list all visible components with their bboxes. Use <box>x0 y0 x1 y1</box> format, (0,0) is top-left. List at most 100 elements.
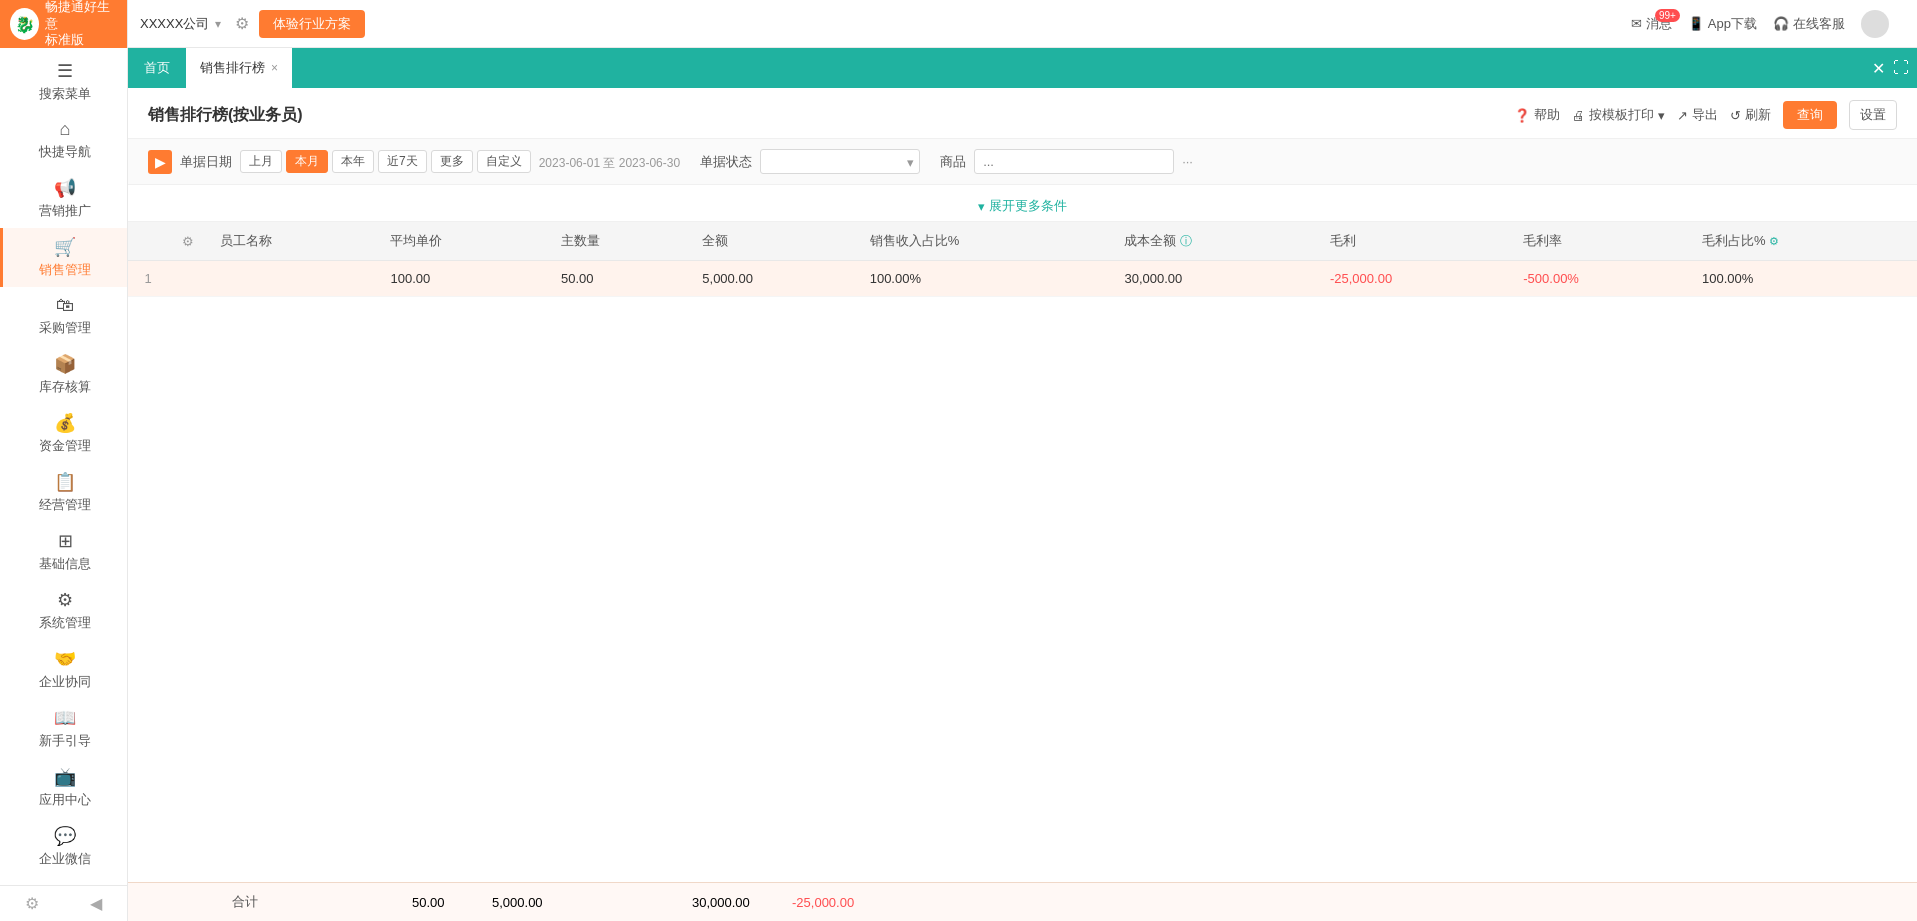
sidebar-item-search[interactable]: ☰ 搜索菜单 <box>0 52 127 111</box>
date-btn-本月[interactable]: 本月 <box>286 150 328 173</box>
sidebar-item-marketing[interactable]: 📢营销推广 <box>0 169 127 228</box>
goods-input[interactable] <box>974 149 1174 174</box>
table-header-row: ⚙ 员工名称 平均单价 主数量 全额 销售收入占比% 成本全额 ⓘ 毛利 毛利率… <box>128 222 1917 261</box>
filter-area: ▶ 单据日期 上月本月本年近7天更多自定义 2023-06-01 至 2023-… <box>128 139 1917 185</box>
date-btn-近7天[interactable]: 近7天 <box>378 150 427 173</box>
col-profit: 毛利 <box>1318 222 1511 261</box>
sidebar-label-finance: 资金管理 <box>39 437 91 455</box>
date-filter: ▶ 单据日期 上月本月本年近7天更多自定义 2023-06-01 至 2023-… <box>148 150 680 174</box>
expand-row: ▾ 展开更多条件 <box>128 185 1917 222</box>
tab-bar: 首页 销售排行榜 × ✕ ⛶ <box>128 48 1917 88</box>
messages-button[interactable]: ✉ 消息 99+ <box>1631 15 1672 33</box>
sidebar-item-finance[interactable]: 💰 资金管理 <box>0 404 127 463</box>
tab-sales-ranking[interactable]: 销售排行榜 × <box>186 48 292 88</box>
date-btn-更多[interactable]: 更多 <box>431 150 473 173</box>
page-content: 销售排行榜(按业务员) ❓ 帮助 🖨 按模板打印 ▾ ↗ 导出 ↺ 刷新 <box>128 88 1917 921</box>
col-settings[interactable]: ⚙ <box>168 222 208 261</box>
tab-label: 销售排行榜 <box>200 59 265 77</box>
sidebar-label-basic: 基础信息 <box>39 555 91 573</box>
settings-icon[interactable]: ⚙ <box>25 894 39 913</box>
date-btn-自定义[interactable]: 自定义 <box>477 150 531 173</box>
print-button[interactable]: 🖨 按模板打印 ▾ <box>1572 106 1665 124</box>
help-button[interactable]: ❓ 帮助 <box>1514 106 1560 124</box>
tab-close-icon[interactable]: × <box>271 61 278 75</box>
expand-arrow-btn[interactable]: ▶ <box>148 150 172 174</box>
sidebar-item-apps[interactable]: 📺应用中心 <box>0 758 127 817</box>
company-select[interactable]: XXXXX公司 ▾ <box>140 15 221 33</box>
print-icon: 🖨 <box>1572 108 1585 123</box>
expand-filters-button[interactable]: ▾ 展开更多条件 <box>978 197 1067 215</box>
col-avg-price: 平均单价 <box>378 222 548 261</box>
status-select[interactable] <box>760 149 920 174</box>
refresh-button[interactable]: ↺ 刷新 <box>1730 106 1771 124</box>
message-icon: ✉ <box>1631 16 1642 31</box>
avatar[interactable] <box>1861 10 1889 38</box>
sidebar-item-system[interactable]: ⚙ 系统管理 <box>0 581 127 640</box>
sidebar-item-inventory[interactable]: 📦库存核算 <box>0 345 127 404</box>
app-label: App下载 <box>1708 15 1757 33</box>
date-btn-本年[interactable]: 本年 <box>332 150 374 173</box>
more-icon[interactable]: ··· <box>1182 154 1193 169</box>
sidebar-item-wechat[interactable]: 💬企业微信 <box>0 817 127 876</box>
cell-sales-pct: 100.00% <box>858 261 1113 297</box>
service-label: 在线客服 <box>1793 15 1845 33</box>
col-profit-pct: 毛利占比% ⚙ <box>1690 222 1917 261</box>
col-amount: 全额 <box>690 222 857 261</box>
app-download-button[interactable]: 📱 App下载 <box>1688 15 1757 33</box>
table-footer: 合计 50.00 5,000.00 30,000.00 -25,000.00 <box>128 882 1917 921</box>
table-wrap: ⚙ 员工名称 平均单价 主数量 全额 销售收入占比% 成本全额 ⓘ 毛利 毛利率… <box>128 222 1917 882</box>
sidebar-label-sales: 销售管理 <box>39 261 91 279</box>
table-row: 1 100.00 50.00 5,000.00 100.00% 30,000.0… <box>128 261 1917 297</box>
expand-window-icon[interactable]: ⛶ <box>1893 59 1909 77</box>
sidebar-label-search: 搜索菜单 <box>39 85 91 103</box>
enterprise-icon: 🤝 <box>54 648 76 670</box>
sidebar-item-operations[interactable]: 📋经营管理 <box>0 463 127 522</box>
col-name: 员工名称 <box>208 222 378 261</box>
refresh-icon: ↺ <box>1730 108 1741 123</box>
finance-icon: 💰 <box>54 412 76 434</box>
gear-icon[interactable]: ⚙ <box>235 14 249 33</box>
cell-profit-pct: 100.00% <box>1690 261 1917 297</box>
online-service-button[interactable]: 🎧 在线客服 <box>1773 15 1845 33</box>
system-icon: ⚙ <box>57 589 73 611</box>
footer-amount: 5,000.00 <box>480 895 570 910</box>
sidebar-item-guide[interactable]: 📖新手引导 <box>0 699 127 758</box>
status-label: 单据状态 <box>700 153 752 171</box>
logo-icon: 🐉 <box>10 8 39 40</box>
sidebar-label-wechat: 企业微信 <box>39 850 91 868</box>
date-range: 2023-06-01 至 2023-06-30 <box>539 155 680 172</box>
phone-icon: 📱 <box>1688 16 1704 31</box>
col-quantity: 主数量 <box>549 222 690 261</box>
col-profit-rate: 毛利率 <box>1511 222 1690 261</box>
chevron-down-icon: ▾ <box>215 17 221 31</box>
headset-icon: 🎧 <box>1773 16 1789 31</box>
main-area: XXXXX公司 ▾ ⚙ 体验行业方案 ✉ 消息 99+ 📱 App下载 🎧 在线… <box>128 0 1917 921</box>
sidebar-label-marketing: 营销推广 <box>39 202 91 220</box>
tab-home[interactable]: 首页 <box>128 48 186 88</box>
sidebar-item-sales[interactable]: 🛒销售管理 <box>0 228 127 287</box>
sidebar-label-shortcut: 快捷导航 <box>39 143 91 161</box>
sidebar-item-purchase[interactable]: 🛍采购管理 <box>0 287 127 345</box>
sidebar-label-system: 系统管理 <box>39 614 91 632</box>
sidebar-item-enterprise[interactable]: 🤝企业协同 <box>0 640 127 699</box>
search-icon: ☰ <box>57 60 73 82</box>
collapse-icon[interactable]: ◀ <box>90 894 102 913</box>
shortcut-icon: ⌂ <box>60 119 71 140</box>
export-button[interactable]: ↗ 导出 <box>1677 106 1718 124</box>
settings-button[interactable]: 设置 <box>1849 100 1897 130</box>
status-select-wrap <box>760 149 920 174</box>
cell-amount: 5,000.00 <box>690 261 857 297</box>
cell-profit-rate: -500.00% <box>1511 261 1690 297</box>
sidebar-item-basic[interactable]: ⊞基础信息 <box>0 522 127 581</box>
page-title: 销售排行榜(按业务员) <box>148 105 303 126</box>
close-window-icon[interactable]: ✕ <box>1872 59 1885 78</box>
sidebar-item-shortcut[interactable]: ⌂ 快捷导航 <box>0 111 127 169</box>
logo-text: 畅捷通好生意 标准版 <box>45 0 117 49</box>
data-table: ⚙ 员工名称 平均单价 主数量 全额 销售收入占比% 成本全额 ⓘ 毛利 毛利率… <box>128 222 1917 297</box>
question-icon: ❓ <box>1514 108 1530 123</box>
trial-button[interactable]: 体验行业方案 <box>259 10 365 38</box>
page-header: 销售排行榜(按业务员) ❓ 帮助 🖨 按模板打印 ▾ ↗ 导出 ↺ 刷新 <box>128 88 1917 139</box>
date-btn-上月[interactable]: 上月 <box>240 150 282 173</box>
sidebar-item-member[interactable]: V畅会员 <box>0 876 127 885</box>
query-button[interactable]: 查询 <box>1783 101 1837 129</box>
